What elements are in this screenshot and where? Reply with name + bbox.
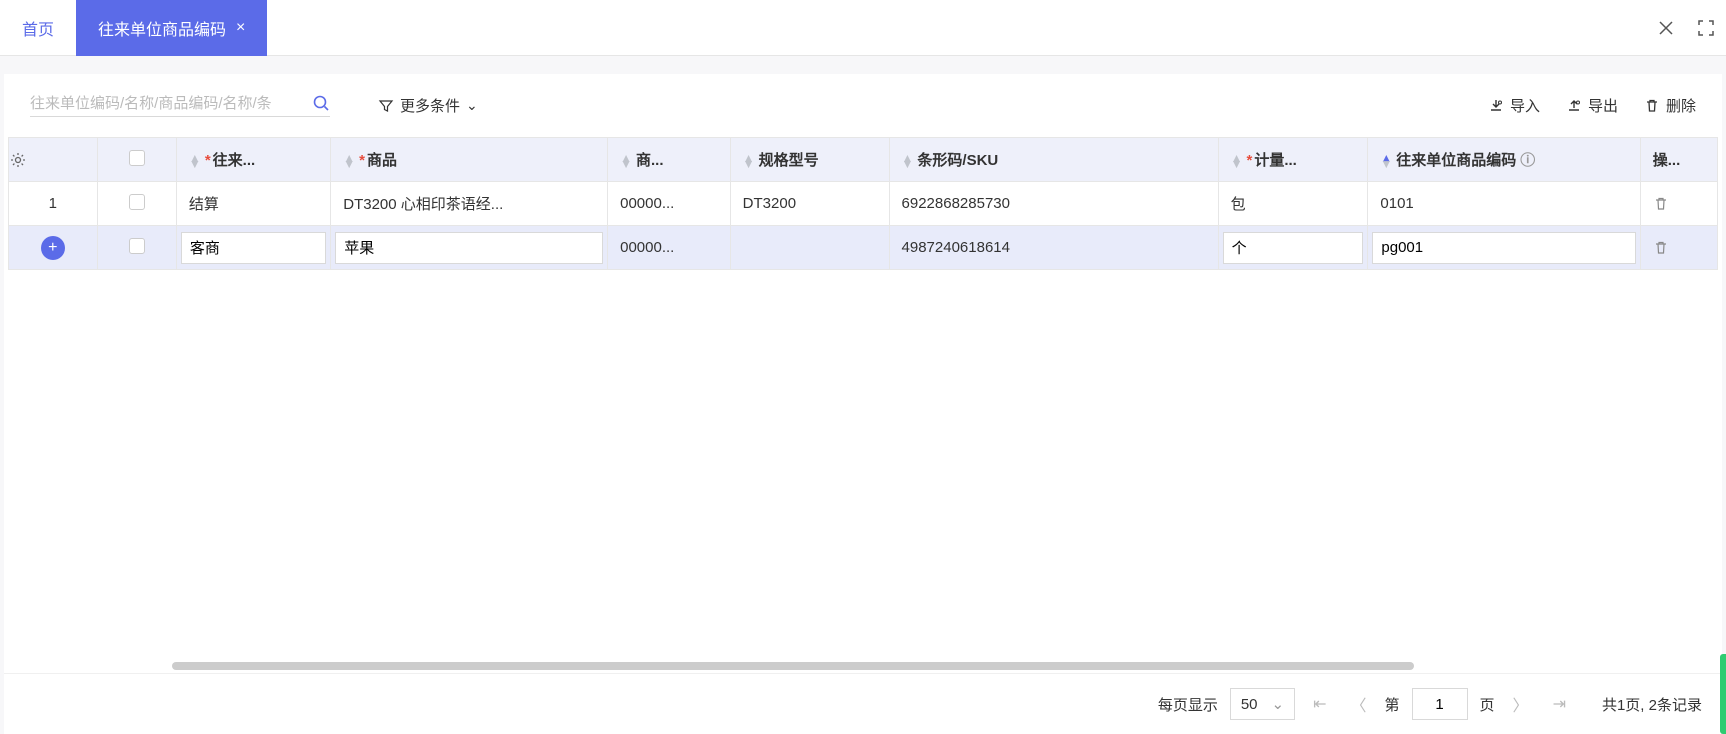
checkbox[interactable] (129, 150, 145, 166)
column-uom[interactable]: ▲▼*计量... (1218, 138, 1368, 182)
row-delete-icon[interactable] (1653, 196, 1705, 212)
column-operation: 操... (1640, 138, 1717, 182)
export-icon (1566, 98, 1582, 114)
trash-icon (1644, 98, 1660, 114)
per-page-value: 50 (1241, 696, 1258, 713)
cell-uom-input[interactable] (1223, 232, 1364, 264)
gear-icon (9, 151, 27, 169)
search-field (30, 94, 330, 117)
column-spec[interactable]: ▲▼规格型号 (730, 138, 889, 182)
add-row-button[interactable]: + (41, 236, 65, 260)
pagination-bar: 每页显示 50 ⌄ ⇤ 〈 第 页 〉 ⇥ 共1页, 2条记录 (4, 673, 1722, 734)
column-select-all[interactable] (97, 138, 176, 182)
page-suffix: 页 (1480, 694, 1495, 715)
import-icon (1488, 98, 1504, 114)
cell-prod-short[interactable]: 00000... (608, 182, 731, 226)
table-row-editing[interactable]: + 00000... 4987240618614 (9, 226, 1718, 270)
row-index: 1 (9, 182, 98, 226)
cell-prod-short[interactable]: 00000... (608, 226, 731, 270)
row-checkbox[interactable] (129, 238, 145, 254)
import-label: 导入 (1510, 95, 1540, 116)
cell-related-code-input[interactable] (1372, 232, 1635, 264)
cell-spec[interactable] (730, 226, 889, 270)
cell-related-code[interactable]: 0101 (1368, 182, 1640, 226)
cell-uom[interactable]: 包 (1218, 182, 1368, 226)
page-next-button[interactable]: 〉 (1507, 692, 1535, 716)
per-page-label: 每页显示 (1158, 694, 1218, 715)
cell-barcode[interactable]: 6922868285730 (889, 182, 1218, 226)
fullscreen-button[interactable] (1686, 8, 1726, 48)
cell-product[interactable]: DT3200 心相印茶语经... (331, 182, 608, 226)
column-related-unit[interactable]: ▲▼*往来... (176, 138, 330, 182)
tab-active-label: 往来单位商品编码 (98, 16, 226, 40)
row-delete-icon[interactable] (1653, 240, 1705, 256)
page-first-button[interactable]: ⇤ (1307, 694, 1332, 714)
cell-barcode[interactable]: 4987240618614 (889, 226, 1218, 270)
cell-spec[interactable]: DT3200 (730, 182, 889, 226)
column-product-short[interactable]: ▲▼商... (608, 138, 731, 182)
import-button[interactable]: 导入 (1488, 95, 1540, 116)
page-prev-button[interactable]: 〈 (1345, 692, 1373, 716)
tab-home-label: 首页 (22, 16, 54, 40)
column-product[interactable]: ▲▼*商品 (331, 138, 608, 182)
row-checkbox[interactable] (129, 194, 145, 210)
tab-related-product-code[interactable]: 往来单位商品编码 × (76, 0, 267, 56)
column-related-code[interactable]: ▲▼往来单位商品编码ⓘ (1368, 138, 1640, 182)
cell-related-input[interactable] (181, 232, 326, 264)
scrollbar-thumb[interactable] (172, 662, 1414, 670)
horizontal-scrollbar[interactable] (12, 659, 1714, 673)
page-prefix: 第 (1385, 694, 1400, 715)
table-header-row: ▲▼*往来... ▲▼*商品 ▲▼商... ▲▼规格型号 ▲▼条形码/SKU ▲… (9, 138, 1718, 182)
delete-button[interactable]: 删除 (1644, 95, 1696, 116)
cell-product-input[interactable] (335, 232, 603, 264)
close-all-tabs-button[interactable] (1646, 8, 1686, 48)
column-barcode[interactable]: ▲▼条形码/SKU (889, 138, 1218, 182)
chevron-down-icon: ⌄ (466, 97, 478, 114)
page-last-button[interactable]: ⇥ (1547, 694, 1572, 714)
page-number-input[interactable] (1412, 688, 1468, 720)
export-button[interactable]: 导出 (1566, 95, 1618, 116)
pagination-summary: 共1页, 2条记录 (1602, 694, 1702, 715)
tab-home[interactable]: 首页 (0, 0, 76, 56)
fullscreen-icon (1697, 19, 1715, 37)
more-filter-label: 更多条件 (400, 95, 460, 116)
data-table: ▲▼*往来... ▲▼*商品 ▲▼商... ▲▼规格型号 ▲▼条形码/SKU ▲… (8, 137, 1718, 655)
filter-icon (378, 98, 394, 114)
x-icon (1657, 19, 1675, 37)
table-row[interactable]: 1 结算 DT3200 心相印茶语经... 00000... DT3200 69… (9, 182, 1718, 226)
help-icon[interactable]: ⓘ (1520, 152, 1535, 169)
cell-related[interactable]: 结算 (176, 182, 330, 226)
tabs-bar: 首页 往来单位商品编码 × (0, 0, 1726, 56)
chevron-down-icon: ⌄ (1272, 695, 1285, 713)
close-icon[interactable]: × (236, 19, 245, 37)
search-icon[interactable] (312, 94, 330, 112)
search-input[interactable] (30, 95, 312, 112)
more-filter-button[interactable]: 更多条件 ⌄ (378, 95, 478, 116)
side-handle[interactable] (1720, 654, 1726, 734)
export-label: 导出 (1588, 95, 1618, 116)
per-page-select[interactable]: 50 ⌄ (1230, 688, 1295, 720)
column-settings[interactable] (9, 138, 98, 182)
toolbar: 更多条件 ⌄ 导入 导出 删除 (4, 74, 1722, 137)
delete-label: 删除 (1666, 95, 1696, 116)
